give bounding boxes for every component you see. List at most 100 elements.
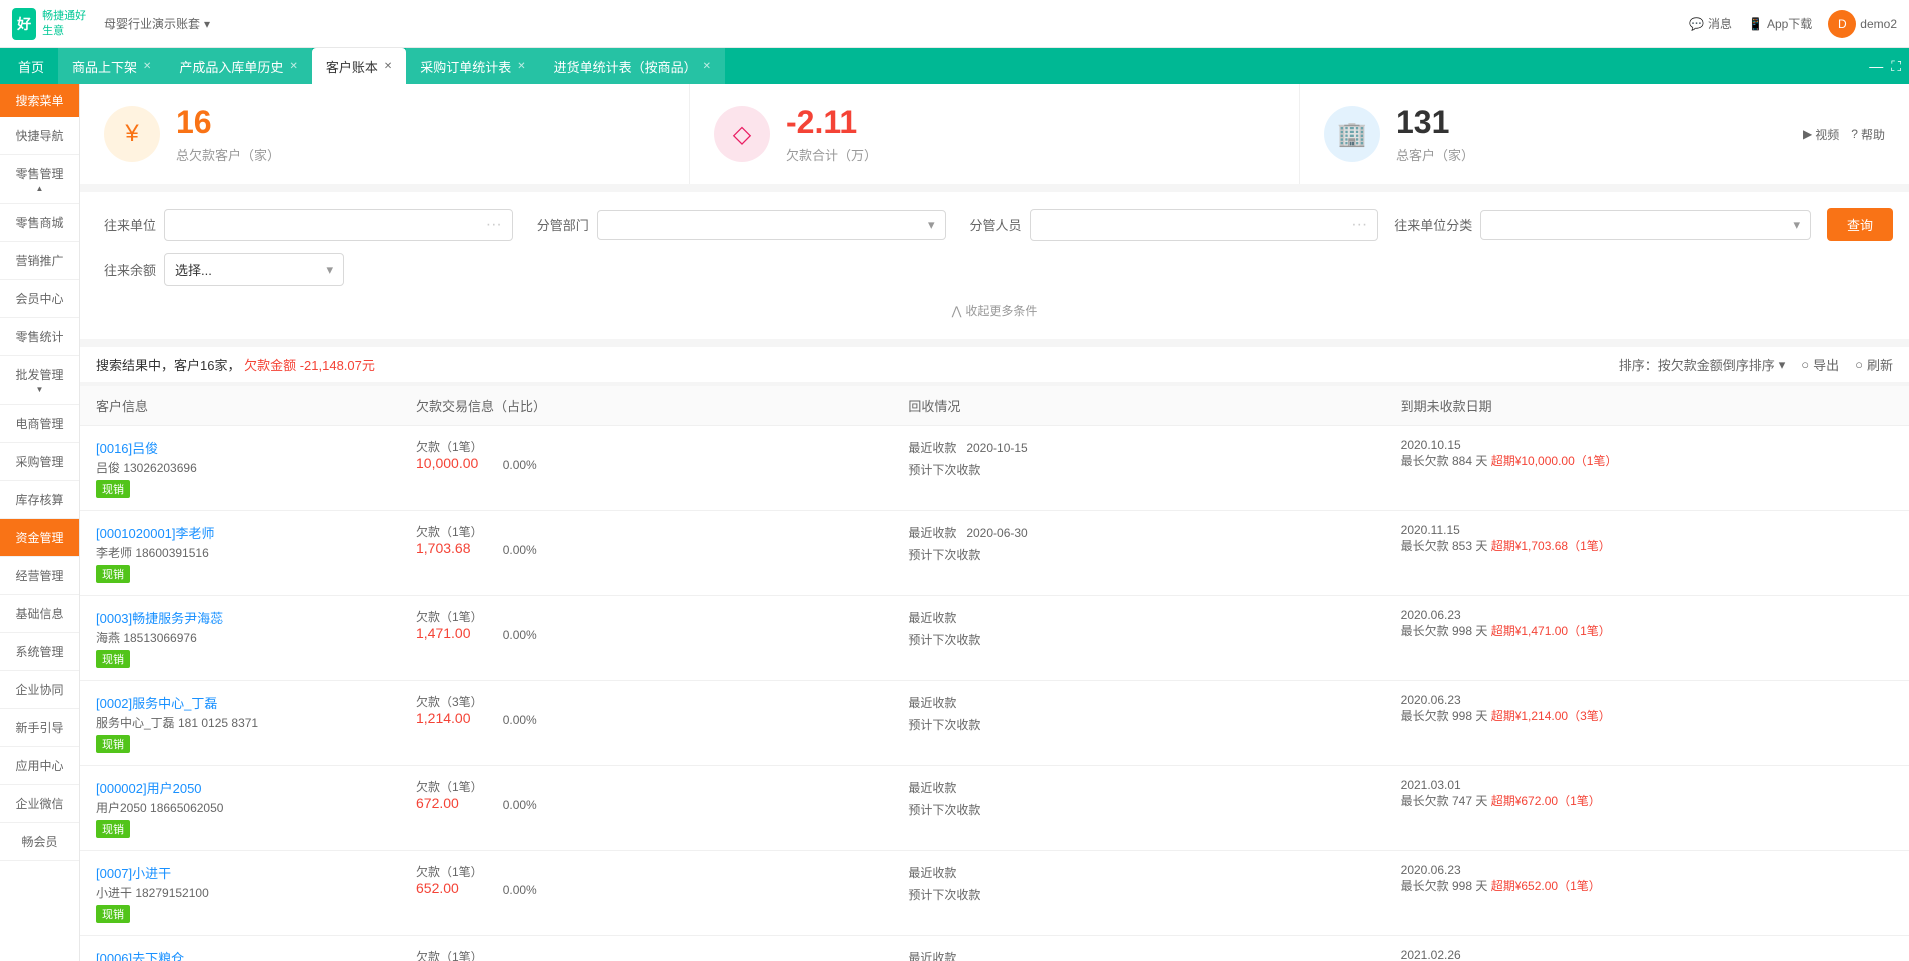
recovery-0007: 最近收款 预计下次收款: [908, 863, 1400, 923]
user-btn[interactable]: D demo2: [1828, 10, 1897, 38]
sidebar-item-basic-info[interactable]: 基础信息: [0, 595, 79, 633]
collapse-row[interactable]: ⋀ 收起更多条件: [96, 298, 1893, 323]
sidebar-item-finance[interactable]: 资金管理: [0, 519, 79, 557]
tab-home[interactable]: 首页: [4, 48, 58, 84]
due-date-user2050: 2021.03.01: [1401, 778, 1893, 792]
max-overdue-0003: 最长欠款 998 天 超期¥1,471.00（1笔）: [1401, 622, 1893, 639]
message-btn[interactable]: 💬 消息: [1689, 15, 1732, 32]
tab-customer-account[interactable]: 客户账本 ✕: [312, 48, 406, 84]
sidebar-item-vip[interactable]: 畅会员: [0, 823, 79, 861]
overdue-link-user2050[interactable]: 超期¥672.00（1笔）: [1491, 794, 1601, 808]
sidebar-quick-nav[interactable]: 快捷导航: [0, 117, 79, 155]
customer-name-lao[interactable]: [0001020001]李老师: [96, 523, 416, 542]
result-info: 搜索结果中，客户16家， 欠款金额 -21,148.07元: [96, 355, 375, 374]
export-label: 导出: [1813, 355, 1839, 374]
overdue-link-0003[interactable]: 超期¥1,471.00（1笔）: [1491, 624, 1611, 638]
customer-contact-0016: 吕俊 13026203696: [96, 459, 416, 476]
stat-debt-amount: ◇ -2.11 欠款合计（万）: [690, 84, 1300, 184]
export-btn[interactable]: ○ 导出: [1801, 355, 1839, 374]
tab-customer-close-icon[interactable]: ✕: [384, 61, 392, 72]
person-input[interactable]: ···: [1030, 209, 1379, 241]
sidebar-item-ecommerce[interactable]: 电商管理: [0, 405, 79, 443]
last-collection-0003: 最近收款: [908, 608, 1400, 630]
customer-name-0007[interactable]: [0007]小进干: [96, 863, 416, 882]
sidebar-item-retail-mgmt[interactable]: 零售管理 ▲: [0, 155, 79, 204]
stat-top-right-btns: ▶ 视频 ? 帮助: [1803, 126, 1885, 143]
filter-group-unit-class: 往来单位分类 ▾: [1394, 210, 1811, 240]
person-dots-icon: ···: [1351, 216, 1367, 234]
customer-tag-lao: 现销: [96, 565, 130, 583]
tab-products-history[interactable]: 产成品入库单历史 ✕: [165, 48, 311, 84]
dept-select[interactable]: ▾: [597, 210, 946, 240]
tab-stats-close-icon[interactable]: ✕: [703, 61, 711, 72]
recovery-0016: 最近收款 2020-10-15 预计下次收款: [908, 438, 1400, 498]
from-unit-input[interactable]: ···: [164, 209, 513, 241]
sort-select[interactable]: 排序：按欠款金额倒序排序 ▾: [1619, 355, 1786, 374]
collapse-btn[interactable]: ⋀ 收起更多条件: [952, 302, 1038, 319]
table-row: [0006]去下粮仓 陈小希 现销 欠款（1笔） 455.90 0.00% 最近…: [80, 936, 1909, 961]
tab-purchase-order[interactable]: 采购订单统计表 ✕: [406, 48, 539, 84]
message-icon: 💬: [1689, 17, 1704, 31]
customer-name-user2050[interactable]: [000002]用户2050: [96, 778, 416, 797]
tab-purchase-stats[interactable]: 进货单统计表（按商品） ✕: [540, 48, 725, 84]
sidebar-item-member[interactable]: 会员中心: [0, 280, 79, 318]
sidebar-search-menu[interactable]: 搜索菜单: [0, 84, 79, 117]
filter-group-balance: 往来余额 选择... ▾: [96, 253, 1893, 286]
debt-cell-0003: 欠款（1笔） 1,471.00 0.00%: [416, 608, 908, 668]
overdue-link-0002[interactable]: 超期¥1,214.00（3笔）: [1491, 709, 1611, 723]
due-date-0002: 2020.06.23: [1401, 693, 1893, 707]
tab-products-on-off[interactable]: 商品上下架 ✕: [58, 48, 165, 84]
help-btn[interactable]: ? 帮助: [1851, 126, 1885, 143]
sidebar-item-enterprise[interactable]: 企业协同: [0, 671, 79, 709]
result-debt-total: 欠款金额 -21,148.07元: [244, 358, 375, 373]
sidebar-item-operations[interactable]: 经营管理: [0, 557, 79, 595]
sidebar-item-wholesale-mgmt[interactable]: 批发管理 ▼: [0, 356, 79, 405]
search-button[interactable]: 查询: [1827, 208, 1893, 241]
tab-products-close-icon[interactable]: ✕: [143, 61, 151, 72]
debt-cell-user2050: 欠款（1笔） 672.00 0.00%: [416, 778, 908, 838]
video-btn[interactable]: ▶ 视频: [1803, 126, 1839, 143]
sidebar-item-purchase[interactable]: 采购管理: [0, 443, 79, 481]
sidebar-item-wechat[interactable]: 企业微信: [0, 785, 79, 823]
customer-name-0006[interactable]: [0006]去下粮仓: [96, 948, 416, 961]
customer-name-0016[interactable]: [0016]吕俊: [96, 438, 416, 457]
sidebar-finance-label: 资金管理: [15, 529, 63, 546]
sidebar-item-marketing[interactable]: 营销推广: [0, 242, 79, 280]
main-layout: 搜索菜单 快捷导航 零售管理 ▲ 零售商城 营销推广 会员中心 零售统计 批发管…: [0, 84, 1909, 961]
app-download-label: App下载: [1767, 15, 1812, 32]
debt-amount-0007: 652.00: [416, 880, 483, 896]
refresh-label: 刷新: [1867, 355, 1893, 374]
max-overdue-user2050: 最长欠款 747 天 超期¥672.00（1笔）: [1401, 792, 1893, 809]
total-debt-amount-label: 欠款合计（万）: [786, 145, 877, 164]
sidebar-item-retail-stats[interactable]: 零售统计: [0, 318, 79, 356]
tab-history-close-icon[interactable]: ✕: [289, 61, 297, 72]
last-collection-0002: 最近收款: [908, 693, 1400, 715]
debt-label-0016: 欠款（1笔）: [416, 438, 483, 455]
overdue-link-lao[interactable]: 超期¥1,703.68（1笔）: [1491, 539, 1611, 553]
tab-maximize-icon[interactable]: ⛶: [1891, 58, 1901, 75]
balance-select[interactable]: 选择... ▾: [164, 253, 344, 286]
customer-name-0002[interactable]: [0002]服务中心_丁磊: [96, 693, 416, 712]
debt-amount-0016: 10,000.00: [416, 455, 483, 471]
customer-name-0003[interactable]: [0003]畅捷服务尹海蕊: [96, 608, 416, 627]
refresh-btn[interactable]: ○ 刷新: [1855, 355, 1893, 374]
sidebar-item-beginner[interactable]: 新手引导: [0, 709, 79, 747]
result-actions: 排序：按欠款金额倒序排序 ▾ ○ 导出 ○ 刷新: [1619, 355, 1893, 374]
store-selector[interactable]: 母婴行业演示账套 ▾: [104, 15, 1677, 32]
sidebar-item-retail-mall[interactable]: 零售商城: [0, 204, 79, 242]
overdue-link-0007[interactable]: 超期¥652.00（1笔）: [1491, 879, 1601, 893]
app-download-btn[interactable]: 📱 App下载: [1748, 15, 1812, 32]
debt-label-0007: 欠款（1笔）: [416, 863, 483, 880]
debt-percent-user2050: 0.00%: [503, 778, 537, 812]
recovery-lao: 最近收款 2020-06-30 预计下次收款: [908, 523, 1400, 583]
sidebar-marketing-label: 营销推广: [15, 252, 63, 269]
overdue-link-0016[interactable]: 超期¥10,000.00（1笔）: [1491, 454, 1618, 468]
recovery-user2050: 最近收款 预计下次收款: [908, 778, 1400, 838]
tab-minimize-icon[interactable]: —: [1869, 58, 1883, 74]
sidebar-item-app-center[interactable]: 应用中心: [0, 747, 79, 785]
sidebar-item-system[interactable]: 系统管理: [0, 633, 79, 671]
unit-class-select[interactable]: ▾: [1480, 210, 1811, 240]
tab-purchase-close-icon[interactable]: ✕: [517, 61, 525, 72]
sidebar-item-inventory[interactable]: 库存核算: [0, 481, 79, 519]
debt-main-lao: 欠款（1笔） 1,703.68: [416, 523, 483, 556]
